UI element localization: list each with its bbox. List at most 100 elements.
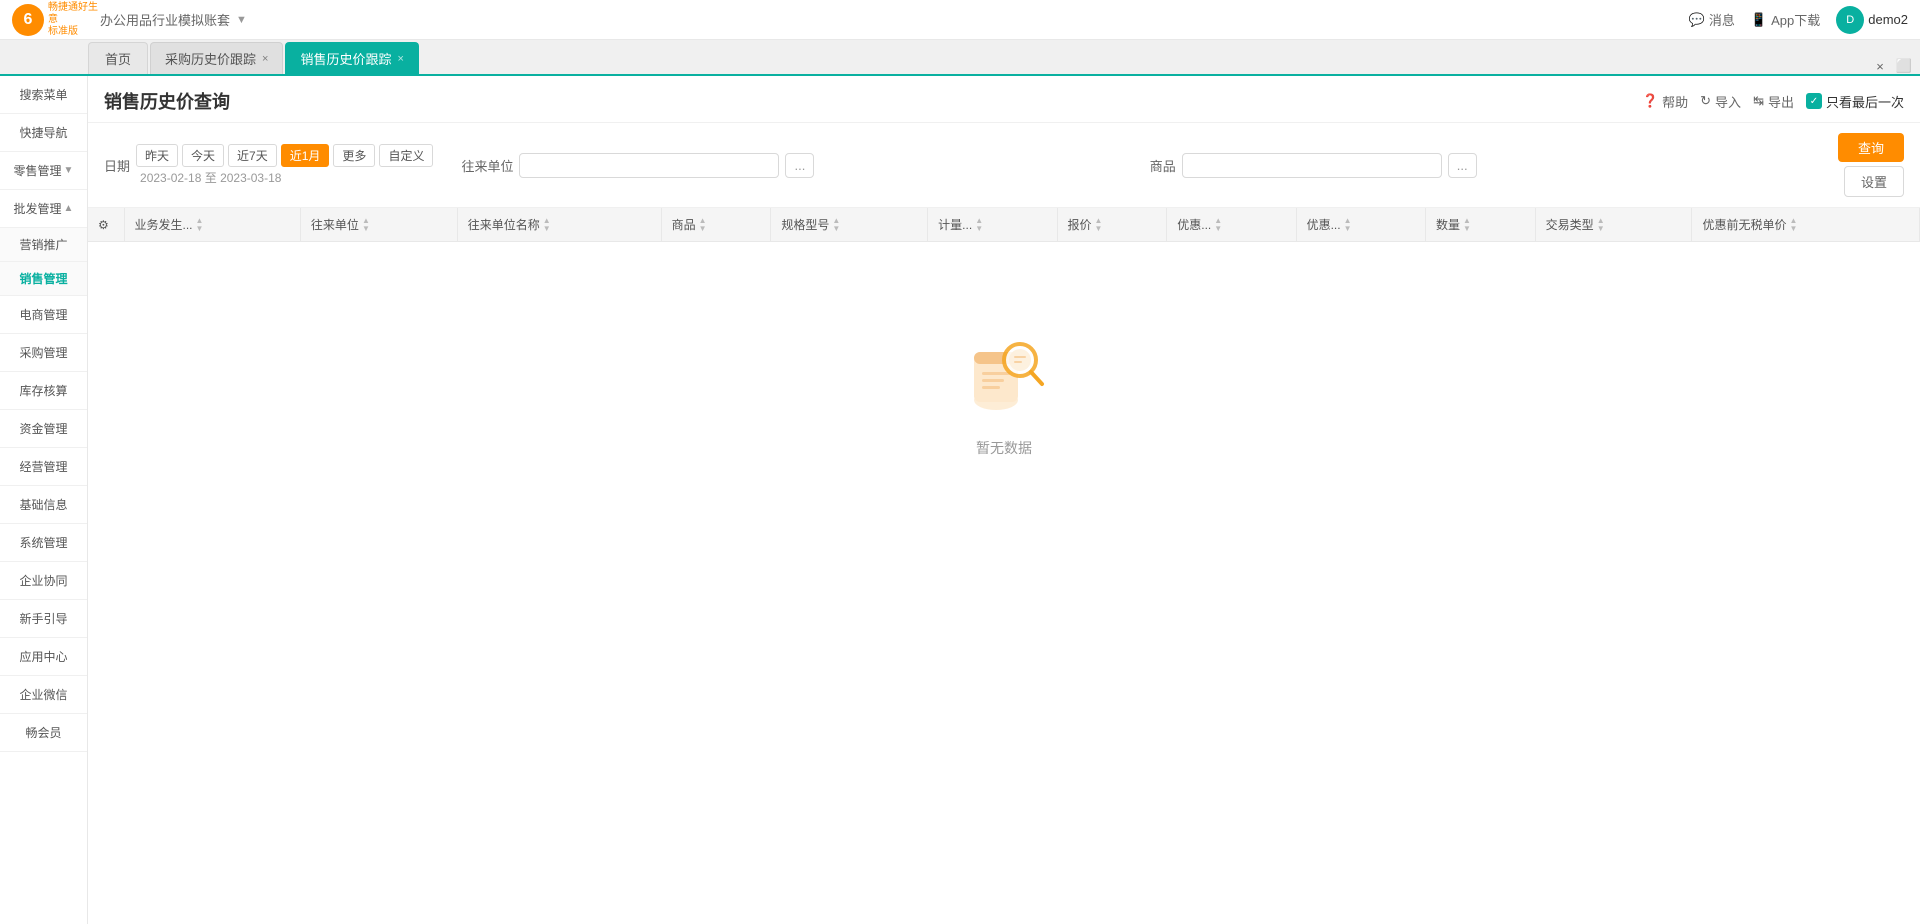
tab-bar: 首页 采购历史价跟踪 × 销售历史价跟踪 × × ⬜	[0, 40, 1920, 76]
app-title[interactable]: 办公用品行业模拟账套	[100, 10, 230, 29]
sidebar-item-guide[interactable]: 新手引导	[0, 600, 87, 638]
partner-ellipsis-btn[interactable]: ...	[785, 153, 814, 178]
tab-purchase-close-icon[interactable]: ×	[262, 53, 268, 65]
col-settings: ⚙	[88, 208, 124, 242]
filter-bar: 日期 昨天 今天 近7天 近1月 更多 自定义 2023-02-18 至 202…	[88, 123, 1920, 208]
date-btn-yesterday[interactable]: 昨天	[136, 144, 178, 167]
tab-purchase-history[interactable]: 采购历史价跟踪 ×	[150, 42, 283, 74]
header-right: 💬 消息 📱 App下载 D demo2	[1689, 6, 1908, 34]
date-btn-today[interactable]: 今天	[182, 144, 224, 167]
page-header: 销售历史价查询 ❓ 帮助 ↻ 导入 ↹ 导出 ✓ 只看最后一次	[88, 76, 1920, 123]
col-partner-code: 往来单位 ▲▼	[300, 208, 457, 242]
sidebar-item-member[interactable]: 畅会员	[0, 714, 87, 752]
sidebar-item-ecommerce[interactable]: 电商管理	[0, 296, 87, 334]
sidebar: 搜索菜单 快捷导航 零售管理 ▼ 批发管理 ▲ 营销推广 销售管理 电商管理 采…	[0, 76, 88, 924]
col-spec: 规格型号 ▲▼	[771, 208, 928, 242]
sidebar-item-basic-info[interactable]: 基础信息	[0, 486, 87, 524]
col-discount1: 优惠... ▲▼	[1167, 208, 1296, 242]
logo-text: 畅捷通好生意 标准版	[48, 2, 100, 38]
window-close-btn[interactable]: ×	[1872, 58, 1888, 74]
wholesale-arrow-icon: ▲	[64, 203, 74, 214]
sidebar-item-wechat[interactable]: 企业微信	[0, 676, 87, 714]
col-notax-price: 优惠前无税单价 ▲▼	[1692, 208, 1920, 242]
app-title-area: 办公用品行业模拟账套 ▼	[100, 10, 1689, 29]
app-download-btn[interactable]: 📱 App下载	[1751, 10, 1820, 29]
sort-partner-name-icon: ▲▼	[543, 217, 551, 233]
sidebar-item-app-center[interactable]: 应用中心	[0, 638, 87, 676]
goods-input[interactable]	[1182, 153, 1442, 178]
page-title: 销售历史价查询	[104, 88, 230, 114]
data-table: ⚙ 业务发生... ▲▼ 往来单位 ▲▼	[88, 208, 1920, 242]
sidebar-item-wholesale[interactable]: 批发管理 ▲	[0, 190, 87, 228]
empty-text: 暂无数据	[976, 438, 1032, 458]
message-icon: 💬	[1689, 12, 1705, 28]
date-filter-controls: 昨天 今天 近7天 近1月 更多 自定义 2023-02-18 至 2023-0…	[136, 144, 433, 186]
col-price: 报价 ▲▼	[1057, 208, 1167, 242]
goods-ellipsis-btn[interactable]: ...	[1448, 153, 1477, 178]
empty-illustration	[954, 322, 1054, 422]
date-btn-custom[interactable]: 自定义	[379, 144, 433, 167]
sidebar-item-operations[interactable]: 经营管理	[0, 448, 87, 486]
logo-area: 6 畅捷通好生意 标准版	[12, 2, 100, 38]
sort-quantity-icon: ▲▼	[1463, 217, 1471, 233]
date-btn-more[interactable]: 更多	[333, 144, 375, 167]
sidebar-item-system[interactable]: 系统管理	[0, 524, 87, 562]
tab-home[interactable]: 首页	[88, 42, 148, 74]
date-filter-group: 日期 昨天 今天 近7天 近1月 更多 自定义 2023-02-18 至 202…	[104, 144, 433, 186]
help-btn[interactable]: ❓ 帮助	[1642, 92, 1688, 111]
sidebar-item-sales[interactable]: 销售管理	[0, 262, 87, 296]
sidebar-item-purchase[interactable]: 采购管理	[0, 334, 87, 372]
app-title-dropdown-icon[interactable]: ▼	[236, 14, 247, 26]
tab-sales-close-icon[interactable]: ×	[397, 53, 403, 65]
message-btn[interactable]: 💬 消息	[1689, 10, 1735, 29]
window-maximize-btn[interactable]: ⬜	[1896, 58, 1912, 74]
retail-arrow-icon: ▼	[64, 165, 74, 176]
main-layout: 搜索菜单 快捷导航 零售管理 ▼ 批发管理 ▲ 营销推广 销售管理 电商管理 采…	[0, 76, 1920, 924]
partner-filter-label: 往来单位	[461, 156, 513, 175]
filter-action-btns: 查询 设置	[1838, 133, 1904, 197]
phone-icon: 📱	[1751, 12, 1767, 28]
table-header: ⚙ 业务发生... ▲▼ 往来单位 ▲▼	[88, 208, 1920, 242]
col-unit: 计量... ▲▼	[928, 208, 1057, 242]
col-tx-type: 交易类型 ▲▼	[1535, 208, 1692, 242]
sort-tx-type-icon: ▲▼	[1597, 217, 1605, 233]
page-actions: ❓ 帮助 ↻ 导入 ↹ 导出 ✓ 只看最后一次	[1642, 92, 1904, 111]
sort-unit-icon: ▲▼	[975, 217, 983, 233]
sidebar-item-finance[interactable]: 资金管理	[0, 410, 87, 448]
sidebar-item-enterprise[interactable]: 企业协同	[0, 562, 87, 600]
sort-price-icon: ▲▼	[1095, 217, 1103, 233]
export-icon: ↹	[1753, 93, 1764, 109]
sidebar-item-inventory[interactable]: 库存核算	[0, 372, 87, 410]
avatar: D	[1836, 6, 1864, 34]
partner-input[interactable]	[519, 153, 779, 178]
sort-notax-price-icon: ▲▼	[1790, 217, 1798, 233]
date-filter-label: 日期	[104, 156, 130, 175]
date-btn-7days[interactable]: 近7天	[228, 144, 277, 167]
sidebar-item-retail[interactable]: 零售管理 ▼	[0, 152, 87, 190]
sidebar-item-marketing[interactable]: 营销推广	[0, 228, 87, 262]
sidebar-item-search[interactable]: 搜索菜单	[0, 76, 87, 114]
search-btn[interactable]: 查询	[1838, 133, 1904, 162]
only-last-checkbox[interactable]: ✓ 只看最后一次	[1806, 92, 1904, 111]
checkbox-checked-icon: ✓	[1806, 93, 1822, 109]
export-btn[interactable]: ↹ 导出	[1753, 92, 1794, 111]
col-discount2: 优惠... ▲▼	[1296, 208, 1425, 242]
logo-icon: 6	[12, 4, 44, 36]
col-partner-name: 往来单位名称 ▲▼	[457, 208, 661, 242]
sidebar-item-shortcut[interactable]: 快捷导航	[0, 114, 87, 152]
filter-settings-btn[interactable]: 设置	[1844, 166, 1904, 197]
empty-svg-icon	[954, 322, 1054, 422]
goods-filter-label: 商品	[1150, 156, 1176, 175]
user-area[interactable]: D demo2	[1836, 6, 1908, 34]
import-btn[interactable]: ↻ 导入	[1700, 92, 1741, 111]
sort-biz-date-icon: ▲▼	[196, 217, 204, 233]
user-name: demo2	[1868, 12, 1908, 27]
tab-sales-history[interactable]: 销售历史价跟踪 ×	[285, 42, 418, 74]
content-area: 销售历史价查询 ❓ 帮助 ↻ 导入 ↹ 导出 ✓ 只看最后一次	[88, 76, 1920, 924]
table-settings-icon[interactable]: ⚙	[98, 218, 109, 232]
sort-spec-icon: ▲▼	[832, 217, 840, 233]
sort-goods-icon: ▲▼	[699, 217, 707, 233]
partner-filter-group: 往来单位 ...	[461, 153, 1141, 178]
date-buttons-row: 昨天 今天 近7天 近1月 更多 自定义	[136, 144, 433, 167]
date-btn-1month[interactable]: 近1月	[281, 144, 330, 167]
